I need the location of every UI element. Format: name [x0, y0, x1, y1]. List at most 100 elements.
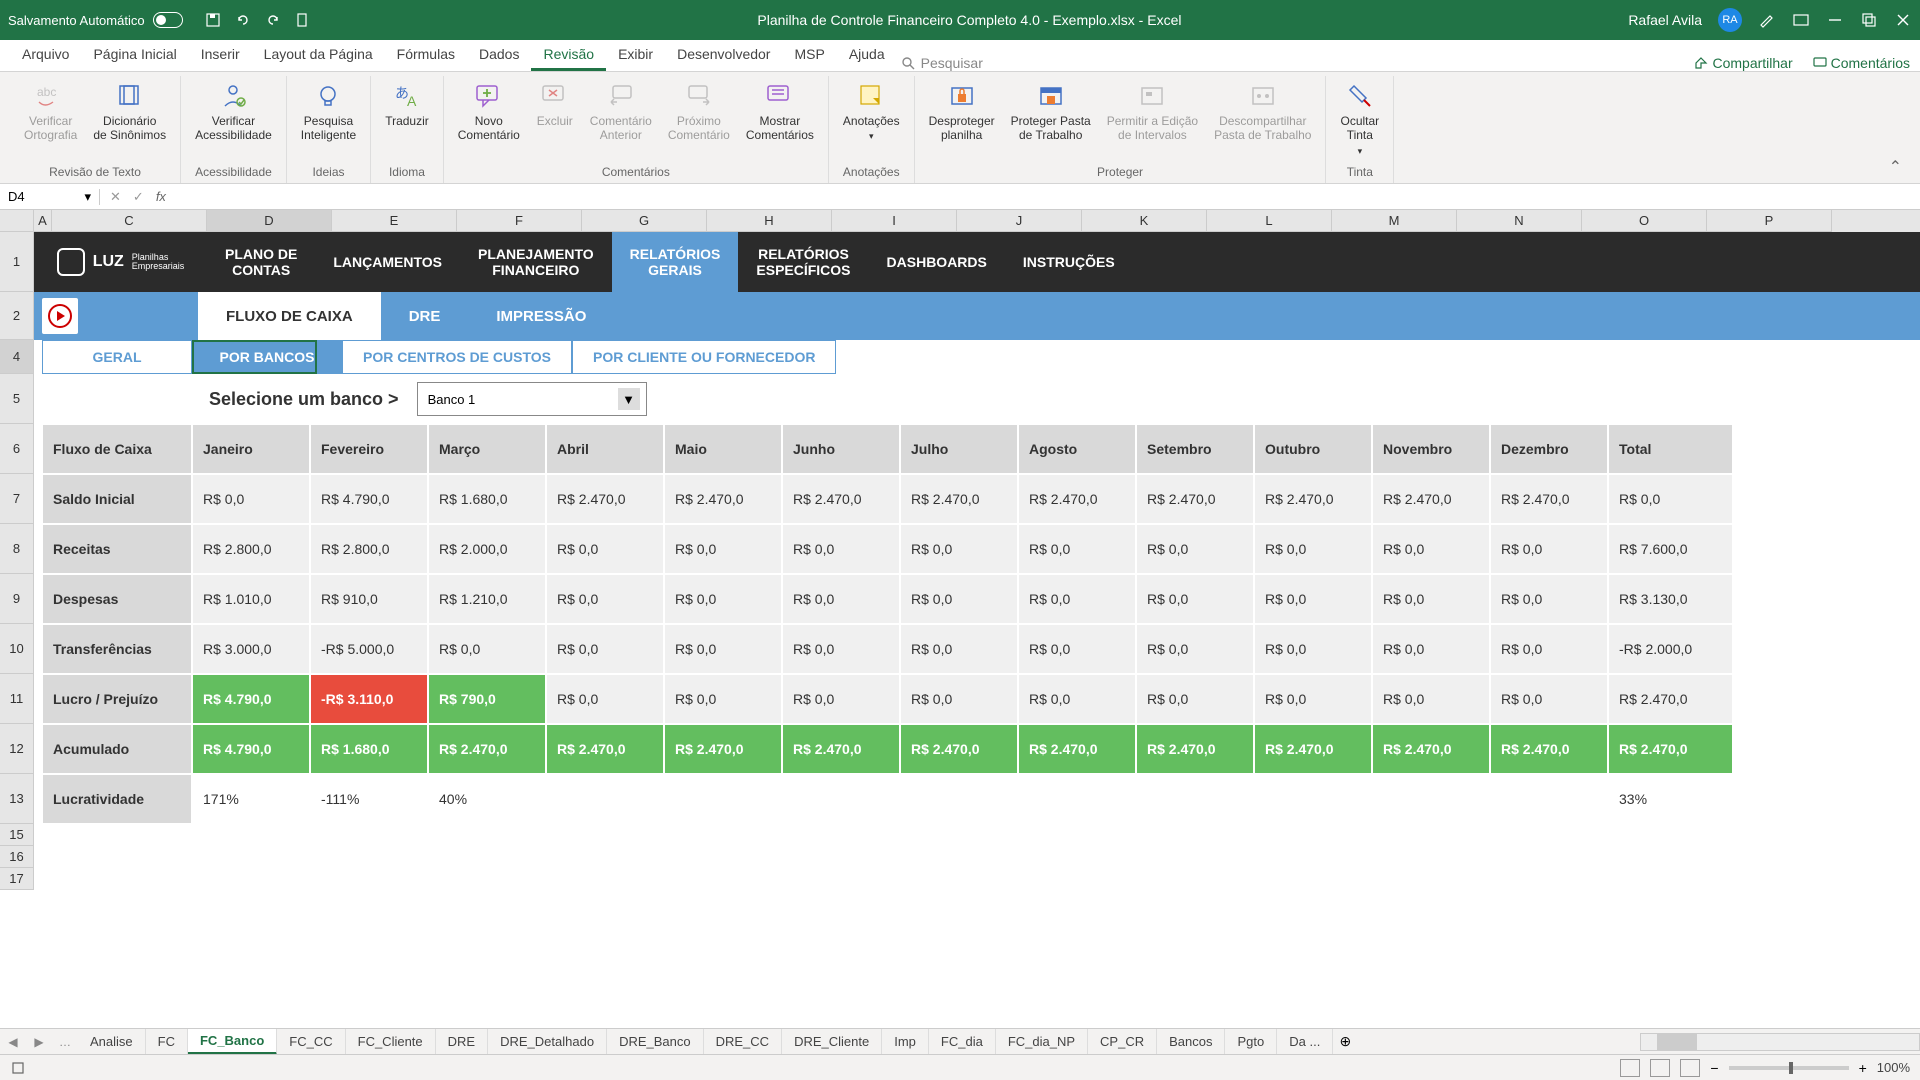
- table-cell[interactable]: R$ 1.210,0: [428, 574, 546, 624]
- select-all-cell[interactable]: [0, 210, 34, 232]
- table-cell[interactable]: -R$ 2.000,0: [1608, 624, 1733, 674]
- table-cell[interactable]: R$ 2.800,0: [192, 524, 310, 574]
- table-cell[interactable]: R$ 2.470,0: [1136, 474, 1254, 524]
- table-cell[interactable]: R$ 2.470,0: [546, 474, 664, 524]
- table-cell[interactable]: R$ 0,0: [900, 674, 1018, 724]
- col-header-A[interactable]: A: [34, 210, 52, 232]
- table-cell[interactable]: 171%: [192, 774, 310, 824]
- table-cell[interactable]: [1136, 774, 1254, 824]
- row-header-4[interactable]: 4: [0, 340, 34, 374]
- table-cell[interactable]: R$ 0,0: [546, 574, 664, 624]
- table-cell[interactable]: R$ 2.470,0: [1490, 474, 1608, 524]
- ribbon-tab-inserir[interactable]: Inserir: [189, 40, 252, 71]
- row-header-5[interactable]: 5: [0, 374, 34, 424]
- ribbon-verificar[interactable]: VerificarAcessibilidade: [189, 76, 278, 147]
- table-cell[interactable]: R$ 2.470,0: [1254, 724, 1372, 774]
- table-cell[interactable]: [664, 774, 782, 824]
- table-cell[interactable]: R$ 0,0: [546, 524, 664, 574]
- share-button[interactable]: Compartilhar: [1694, 55, 1792, 71]
- ribbon-mode-icon[interactable]: [1792, 11, 1810, 29]
- record-macro-icon[interactable]: [10, 1060, 26, 1076]
- nav-plano-de[interactable]: PLANO DECONTAS: [207, 232, 315, 292]
- table-cell[interactable]: [1018, 774, 1136, 824]
- sheet-nav-next-icon[interactable]: ▶: [26, 1035, 52, 1049]
- undo-icon[interactable]: [235, 12, 251, 28]
- table-cell[interactable]: R$ 0,0: [782, 674, 900, 724]
- cancel-formula-icon[interactable]: ✕: [110, 189, 121, 205]
- normal-view-icon[interactable]: [1620, 1059, 1640, 1077]
- sheet-nav-prev-icon[interactable]: ◀: [0, 1035, 26, 1049]
- nav-lançamentos[interactable]: LANÇAMENTOS: [315, 232, 460, 292]
- table-cell[interactable]: R$ 0,0: [546, 674, 664, 724]
- table-cell[interactable]: [900, 774, 1018, 824]
- bank-dropdown[interactable]: Banco 1 ▼: [417, 382, 647, 416]
- save-icon[interactable]: [205, 12, 221, 28]
- maximize-icon[interactable]: [1860, 11, 1878, 29]
- nav-dashboards[interactable]: DASHBOARDS: [869, 232, 1005, 292]
- table-cell[interactable]: R$ 3.000,0: [192, 624, 310, 674]
- ribbon-tab-dados[interactable]: Dados: [467, 40, 531, 71]
- sheet-tab-fc_dia[interactable]: FC_dia: [929, 1029, 996, 1055]
- table-cell[interactable]: R$ 0,0: [664, 674, 782, 724]
- table-cell[interactable]: R$ 4.790,0: [192, 674, 310, 724]
- table-cell[interactable]: R$ 0,0: [1490, 624, 1608, 674]
- sheet-tab-bancos[interactable]: Bancos: [1157, 1029, 1225, 1055]
- col-header-L[interactable]: L: [1207, 210, 1332, 232]
- sheet-tab-cp_cr[interactable]: CP_CR: [1088, 1029, 1157, 1055]
- zoom-slider[interactable]: [1729, 1066, 1849, 1070]
- table-cell[interactable]: [1372, 774, 1490, 824]
- row-header-2[interactable]: 2: [0, 292, 34, 340]
- col-header-K[interactable]: K: [1082, 210, 1207, 232]
- table-cell[interactable]: 40%: [428, 774, 546, 824]
- table-cell[interactable]: R$ 0,0: [1254, 524, 1372, 574]
- subnav-impressão[interactable]: IMPRESSÃO: [468, 292, 614, 340]
- table-cell[interactable]: -R$ 5.000,0: [310, 624, 428, 674]
- collapse-ribbon-icon[interactable]: ⌃: [1881, 76, 1910, 183]
- draw-icon[interactable]: [1758, 11, 1776, 29]
- table-cell[interactable]: R$ 2.470,0: [1136, 724, 1254, 774]
- table-cell[interactable]: R$ 0,0: [664, 574, 782, 624]
- table-cell[interactable]: R$ 0,0: [1490, 574, 1608, 624]
- col-header-P[interactable]: P: [1707, 210, 1832, 232]
- ribbon-tab-revisão[interactable]: Revisão: [531, 40, 606, 71]
- table-cell[interactable]: R$ 2.470,0: [1490, 724, 1608, 774]
- table-cell[interactable]: [782, 774, 900, 824]
- table-cell[interactable]: R$ 2.470,0: [900, 474, 1018, 524]
- table-cell[interactable]: R$ 0,0: [546, 624, 664, 674]
- sheet-tab-fc_cliente[interactable]: FC_Cliente: [346, 1029, 436, 1055]
- table-cell[interactable]: R$ 2.470,0: [664, 724, 782, 774]
- filter-por-bancos[interactable]: POR BANCOS: [192, 340, 342, 374]
- col-header-E[interactable]: E: [332, 210, 457, 232]
- table-cell[interactable]: R$ 0,0: [1490, 674, 1608, 724]
- sheet-tab-dre_banco[interactable]: DRE_Banco: [607, 1029, 704, 1055]
- ribbon-tab-desenvolvedor[interactable]: Desenvolvedor: [665, 40, 782, 71]
- subnav-dre[interactable]: DRE: [381, 292, 469, 340]
- ribbon-desproteger[interactable]: Desprotegerplanilha: [923, 76, 1001, 147]
- table-cell[interactable]: R$ 2.470,0: [1018, 724, 1136, 774]
- zoom-out-button[interactable]: −: [1710, 1060, 1718, 1076]
- col-header-O[interactable]: O: [1582, 210, 1707, 232]
- row-header-11[interactable]: 11: [0, 674, 34, 724]
- ribbon-tab-msp[interactable]: MSP: [782, 40, 836, 71]
- add-sheet-button[interactable]: ⊕: [1333, 1033, 1357, 1050]
- sheet-tab-dre[interactable]: DRE: [436, 1029, 488, 1055]
- comments-button[interactable]: Comentários: [1813, 55, 1910, 71]
- table-cell[interactable]: R$ 0,0: [1372, 674, 1490, 724]
- table-cell[interactable]: R$ 2.470,0: [1608, 674, 1733, 724]
- ribbon-ocultar[interactable]: OcultarTinta▾: [1334, 76, 1385, 161]
- table-cell[interactable]: R$ 0,0: [1608, 474, 1733, 524]
- table-cell[interactable]: [1490, 774, 1608, 824]
- table-cell[interactable]: R$ 0,0: [1136, 524, 1254, 574]
- col-header-I[interactable]: I: [832, 210, 957, 232]
- ribbon-traduzir[interactable]: あATraduzir: [379, 76, 435, 132]
- ribbon-tab-layout-da-página[interactable]: Layout da Página: [252, 40, 385, 71]
- table-cell[interactable]: R$ 910,0: [310, 574, 428, 624]
- table-cell[interactable]: R$ 0,0: [782, 574, 900, 624]
- ribbon-dicionário[interactable]: Dicionáriode Sinônimos: [87, 76, 172, 147]
- table-cell[interactable]: 33%: [1608, 774, 1733, 824]
- sheet-tab-fc_cc[interactable]: FC_CC: [277, 1029, 345, 1055]
- ribbon-pesquisa[interactable]: PesquisaInteligente: [295, 76, 362, 147]
- table-cell[interactable]: R$ 1.680,0: [428, 474, 546, 524]
- table-cell[interactable]: R$ 7.600,0: [1608, 524, 1733, 574]
- table-cell[interactable]: R$ 0,0: [1372, 524, 1490, 574]
